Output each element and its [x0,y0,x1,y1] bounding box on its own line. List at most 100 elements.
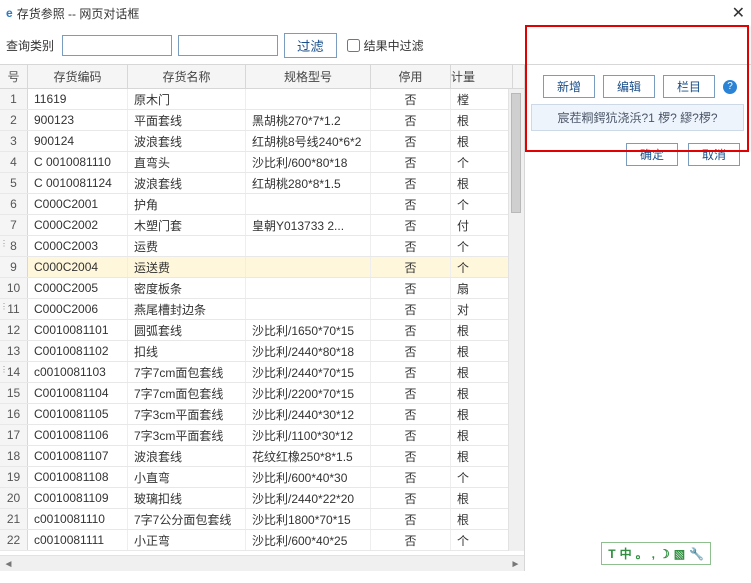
cell-stop: 否 [371,110,451,130]
cell-stop: 否 [371,383,451,403]
table-row[interactable]: 17C00100811067字3cm平面套线沙比利/1100*30*12否根 [0,425,524,446]
ime-wrench-icon[interactable]: 🔧 [689,547,704,561]
cell-name: 运送费 [128,257,246,277]
cell-stop: 否 [371,278,451,298]
grid-body: 111619原木门否樘2900123平面套线黑胡桃270*7*1.2否根3900… [0,89,524,551]
col-stop[interactable]: 停用 [371,65,451,88]
columns-button[interactable]: 栏目 [663,75,715,98]
table-row[interactable]: 20C0010081109玻璃扣线沙比利/2440*22*20否根 [0,488,524,509]
row-number: 4 [0,152,28,172]
col-name[interactable]: 存货名称 [128,65,246,88]
row-number: 13 [0,341,28,361]
table-row[interactable]: 12C0010081101圆弧套线沙比利/1650*70*15否根 [0,320,524,341]
query-value-input[interactable] [178,35,278,56]
cell-stop: 否 [371,320,451,340]
scroll-left-icon[interactable]: ◄ [2,558,15,570]
col-spec[interactable]: 规格型号 [246,65,371,88]
cell-spec: 沙比利/600*80*18 [246,152,371,172]
table-row[interactable]: 7C000C2002木塑门套皇朝Y013733 2...否付 [0,215,524,236]
table-row[interactable]: 22c0010081111小正弯沙比利/600*40*25否个 [0,530,524,551]
query-type-select[interactable] [62,35,172,56]
cell-unit: 个 [451,257,513,277]
cell-spec [246,89,371,109]
cell-unit: 根 [451,131,513,151]
table-row[interactable]: ⋮8C000C2003运费否个 [0,236,524,257]
col-rownum[interactable]: 号 [0,65,28,88]
cell-stop: 否 [371,131,451,151]
edit-button[interactable]: 编辑 [603,75,655,98]
table-row[interactable]: 13C0010081102扣线沙比利/2440*80*18否根 [0,341,524,362]
scroll-right-icon[interactable]: ► [509,558,522,570]
cell-name: 小正弯 [128,530,246,550]
row-number: 3 [0,131,28,151]
table-row[interactable]: 19C0010081108小直弯沙比利/600*40*30否个 [0,467,524,488]
table-row[interactable]: 111619原木门否樘 [0,89,524,110]
filter-in-results-checkbox[interactable] [347,39,360,52]
horizontal-scrollbar[interactable]: ◄ ► [0,555,524,571]
cell-stop: 否 [371,152,451,172]
cell-spec: 沙比利/2200*70*15 [246,383,371,403]
cell-spec: 沙比利/2440*22*20 [246,488,371,508]
filter-in-results[interactable]: 结果中过滤 [347,37,424,54]
ime-square-icon[interactable]: ▧ [674,547,685,561]
cell-unit: 根 [451,509,513,529]
cell-code: C 0010081110 [28,152,128,172]
table-row[interactable]: 2900123平面套线黑胡桃270*7*1.2否根 [0,110,524,131]
cell-unit: 对 [451,299,513,319]
ime-dot-icon[interactable]: 。 [636,545,648,562]
table-row[interactable]: 9C000C2004运送费否个 [0,257,524,278]
cell-stop: 否 [371,173,451,193]
cell-spec: 沙比利/2440*70*15 [246,362,371,382]
filter-button[interactable]: 过滤 [284,33,337,58]
row-number: 17 [0,425,28,445]
ime-moon-icon[interactable]: ☽ [659,547,670,561]
cell-unit: 根 [451,404,513,424]
cell-name: 7字3cm平面套线 [128,404,246,424]
cell-name: 燕尾槽封边条 [128,299,246,319]
cell-spec: 黑胡桃270*7*1.2 [246,110,371,130]
row-number: 15 [0,383,28,403]
cell-stop: 否 [371,341,451,361]
col-code[interactable]: 存货编码 [28,65,128,88]
cell-unit: 根 [451,488,513,508]
row-number: 22 [0,530,28,550]
vertical-scrollbar[interactable] [508,89,524,551]
table-row[interactable]: ⋮11C000C2006燕尾槽封边条否对 [0,299,524,320]
vertical-scroll-thumb[interactable] [511,93,521,213]
table-row[interactable]: 3900124波浪套线红胡桃8号线240*6*2否根 [0,131,524,152]
window-title: 存货参照 -- 网页对话框 [17,5,140,22]
ime-zhong-icon[interactable]: 中 [620,545,632,562]
cell-unit: 根 [451,341,513,361]
cell-stop: 否 [371,446,451,466]
table-row[interactable]: 6C000C2001护角否个 [0,194,524,215]
cancel-button[interactable]: 取消 [688,143,740,166]
table-row[interactable]: 18C0010081107波浪套线花纹红橡250*8*1.5否根 [0,446,524,467]
cell-stop: 否 [371,89,451,109]
cell-unit: 扇 [451,278,513,298]
cell-name: 波浪套线 [128,173,246,193]
table-row[interactable]: 10C000C2005密度板条否扇 [0,278,524,299]
cell-stop: 否 [371,467,451,487]
ok-button[interactable]: 确定 [626,143,678,166]
query-type-label: 查询类别 [6,37,54,54]
cell-spec [246,194,371,214]
row-number: 16 [0,404,28,424]
table-row[interactable]: 5C 0010081124波浪套线红胡桃280*8*1.5否根 [0,173,524,194]
close-icon[interactable]: ✕ [732,3,745,23]
cell-stop: 否 [371,530,451,550]
table-row[interactable]: 4C 0010081110直弯头沙比利/600*80*18否个 [0,152,524,173]
add-button[interactable]: 新增 [543,75,595,98]
col-unit[interactable]: 计量 [451,65,513,88]
cell-code: C0010081106 [28,425,128,445]
ime-toolbar[interactable]: T 中 。 , ☽ ▧ 🔧 [601,542,711,565]
table-row[interactable]: ⋮14c00100811037字7cm面包套线沙比利/2440*70*15否根 [0,362,524,383]
help-icon[interactable]: ? [723,80,737,94]
table-row[interactable]: 21c00100811107字7公分面包套线沙比利1800*70*15否根 [0,509,524,530]
ime-t-icon[interactable]: T [608,547,615,561]
cell-code: C0010081108 [28,467,128,487]
table-row[interactable]: 15C00100811047字7cm面包套线沙比利/2200*70*15否根 [0,383,524,404]
ime-comma-icon[interactable]: , [652,547,655,561]
table-row[interactable]: 16C00100811057字3cm平面套线沙比利/2440*30*12否根 [0,404,524,425]
cell-unit: 根 [451,320,513,340]
right-panel: 新增 编辑 栏目 ? 宸茬粡鍔犺浇浜?1 椤? 繆?椤? 确定 取消 [525,65,750,571]
